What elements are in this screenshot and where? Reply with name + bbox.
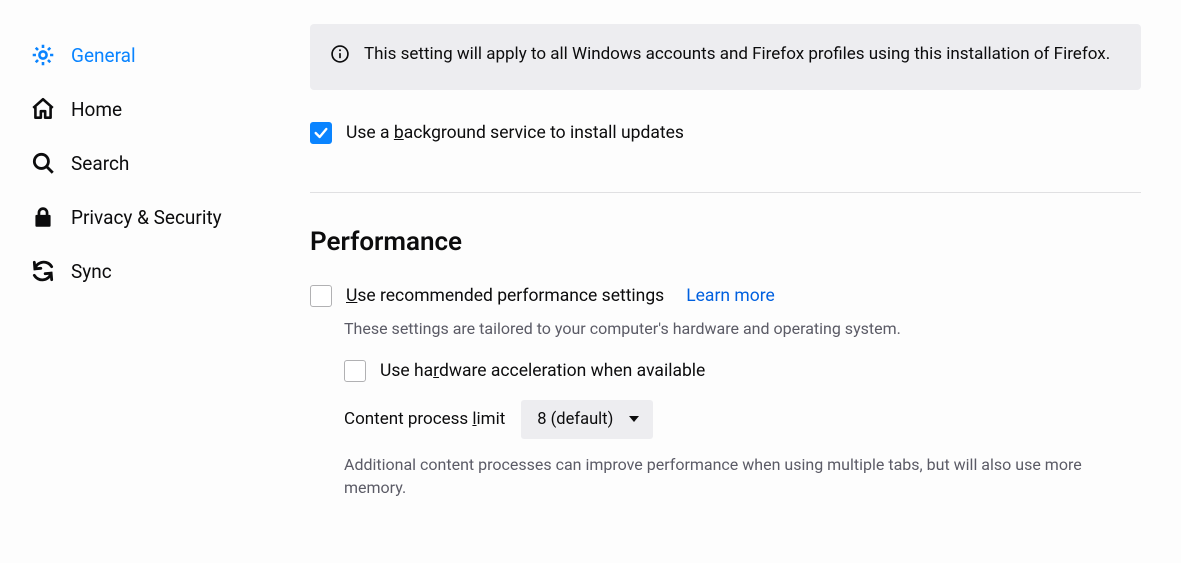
info-text: This setting will apply to all Windows a… [364,42,1110,67]
option-label: Use hardware acceleration when available [380,361,705,381]
option-recommended-settings[interactable]: Use recommended performance settings Lea… [310,285,1141,307]
learn-more-link[interactable]: Learn more [686,286,775,306]
sidebar-item-general[interactable]: General [18,28,262,82]
home-icon [30,96,56,122]
sync-icon [30,258,56,284]
info-banner: This setting will apply to all Windows a… [310,24,1141,90]
content-process-limit-row: Content process limit 8 (default) [310,400,1141,439]
info-icon [330,44,350,72]
option-background-service[interactable]: Use a background service to install upda… [310,122,1141,144]
limit-caption: Additional content processes can improve… [310,453,1141,499]
sidebar-item-label: Privacy & Security [71,206,222,229]
settings-main: This setting will apply to all Windows a… [280,0,1181,563]
content-process-limit-label: Content process limit [344,409,505,429]
option-label: Use a background service to install upda… [346,123,684,143]
sidebar-item-sync[interactable]: Sync [18,244,262,298]
sidebar-item-label: General [71,44,136,67]
checkbox-hardware-accel[interactable] [344,360,366,382]
section-divider [310,192,1141,193]
sidebar-item-home[interactable]: Home [18,82,262,136]
sidebar-item-privacy[interactable]: Privacy & Security [18,190,262,244]
content-process-limit-select[interactable]: 8 (default) [521,400,653,439]
search-icon [30,150,56,176]
gear-icon [30,42,56,68]
checkbox-recommended[interactable] [310,285,332,307]
option-hardware-acceleration[interactable]: Use hardware acceleration when available [310,360,1141,382]
lock-icon [30,204,56,230]
settings-sidebar: General Home Search Privacy & Security [0,0,280,563]
performance-heading: Performance [310,227,1141,257]
sidebar-item-label: Search [71,152,129,175]
checkbox-background-service[interactable] [310,122,332,144]
sidebar-item-label: Sync [71,260,112,283]
sidebar-item-label: Home [71,98,122,121]
option-label: Use recommended performance settings [346,286,664,306]
sidebar-item-search[interactable]: Search [18,136,262,190]
recommended-caption: These settings are tailored to your comp… [310,317,1141,340]
